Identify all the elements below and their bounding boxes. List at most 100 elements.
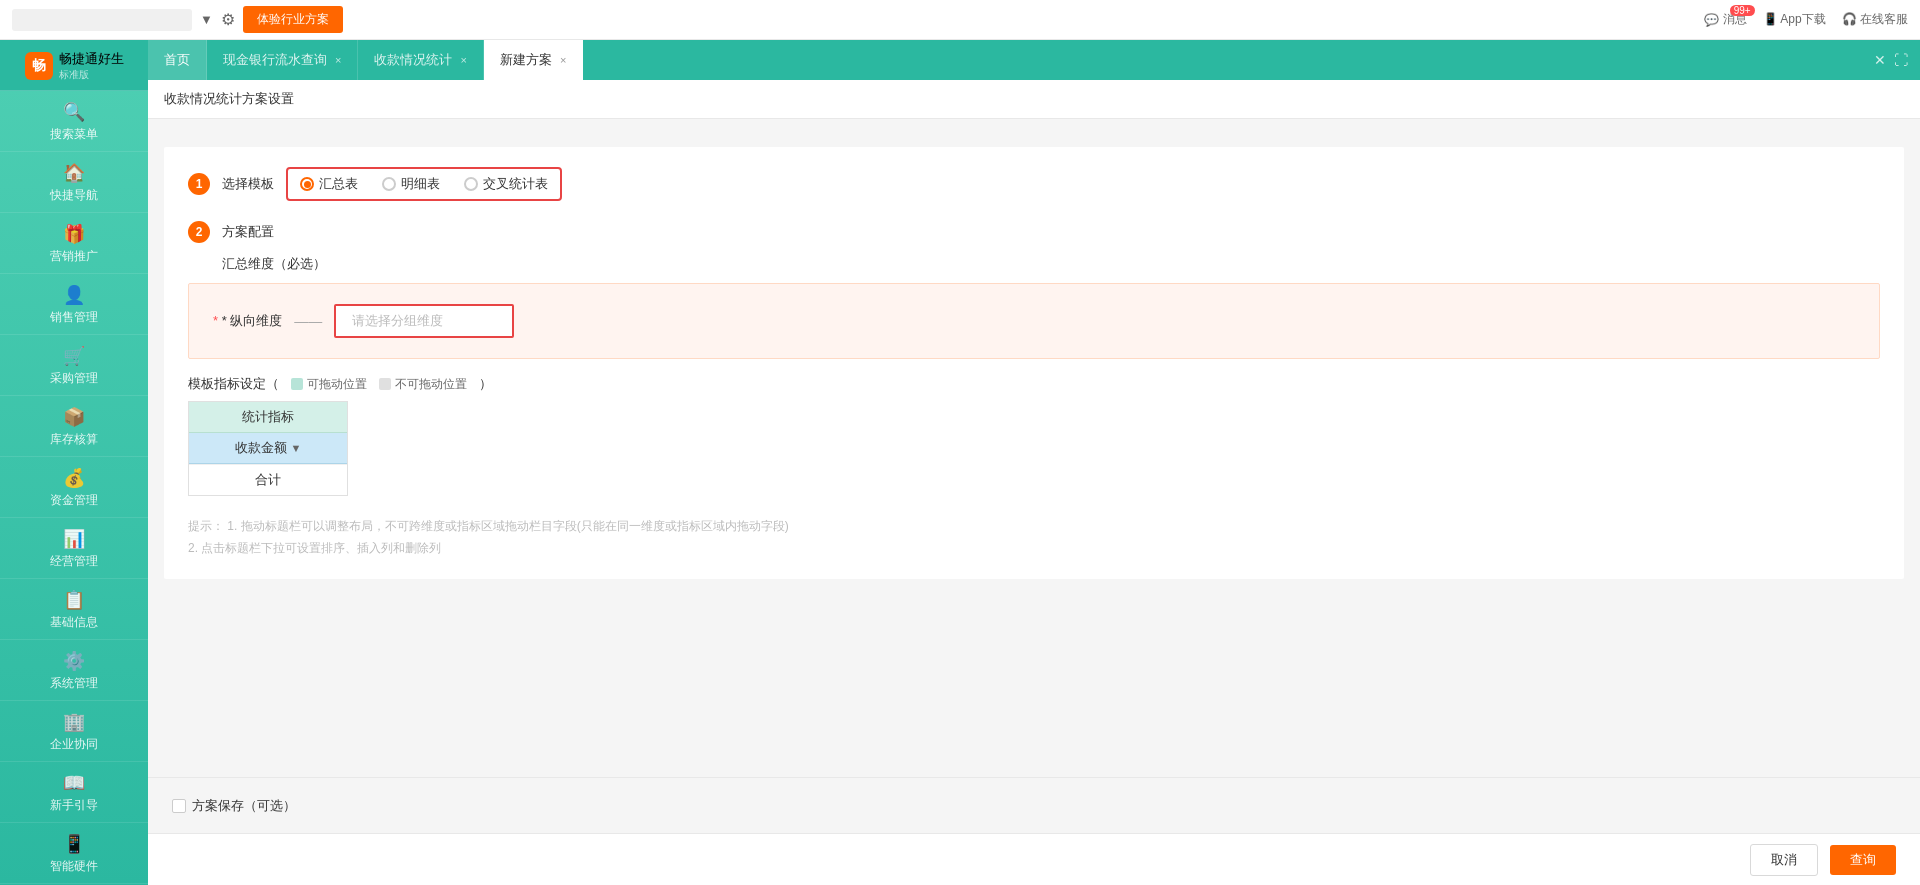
main-layout: 畅 畅捷通好生 标准版 🔍 搜索菜单 🏠 快捷导航 🎁 营销推广 👤 销售管理 … — [0, 40, 1920, 885]
page-footer: 方案保存（可选） — [148, 777, 1920, 833]
sidebar-item-sales[interactable]: 👤 销售管理 — [0, 274, 148, 335]
trial-button[interactable]: 体验行业方案 — [243, 6, 343, 33]
tab-bar: 首页 现金银行流水查询 × 收款情况统计 × 新建方案 × ✕ ⛶ — [148, 40, 1920, 80]
tab-new-plan[interactable]: 新建方案 × — [484, 40, 583, 80]
sidebar-item-label: 智能硬件 — [50, 858, 98, 875]
indicator-table-header: 统计指标 — [189, 402, 347, 433]
download-link[interactable]: 📱 App下载 — [1763, 11, 1826, 28]
sidebar-logo: 畅 畅捷通好生 标准版 — [0, 40, 148, 91]
stat-indicator-header: 统计指标 — [189, 402, 347, 432]
cancel-button[interactable]: 取消 — [1750, 844, 1818, 876]
sidebar-item-label: 新手引导 — [50, 797, 98, 814]
gear-icon[interactable]: ⚙ — [221, 10, 235, 29]
tab-home-label: 首页 — [164, 51, 190, 69]
tab-home[interactable]: 首页 — [148, 40, 207, 80]
tab-receipt-stat-close[interactable]: × — [460, 54, 466, 66]
header-label: 统计指标 — [242, 408, 294, 426]
sidebar-item-label: 库存核算 — [50, 431, 98, 448]
sidebar-item-marketing[interactable]: 🎁 营销推广 — [0, 213, 148, 274]
sidebar-item-basic-info[interactable]: 📋 基础信息 — [0, 579, 148, 640]
clipboard-icon: 📋 — [63, 589, 85, 611]
breadcrumb-text: 收款情况统计方案设置 — [164, 91, 294, 106]
indicator-col1-header[interactable]: 收款金额 ▼ — [189, 433, 347, 464]
tab-new-plan-label: 新建方案 — [500, 51, 552, 69]
tab-new-plan-close[interactable]: × — [560, 54, 566, 66]
legend-draggable: 可拖动位置 — [291, 376, 367, 393]
dropdown-arrow-icon[interactable]: ▼ — [200, 12, 213, 27]
download-icon: 📱 — [1763, 12, 1778, 26]
save-checkbox-text: 方案保存（可选） — [192, 797, 296, 815]
book-icon: 📖 — [63, 772, 85, 794]
maximize-icon[interactable]: ⛶ — [1894, 52, 1908, 68]
sidebar: 畅 畅捷通好生 标准版 🔍 搜索菜单 🏠 快捷导航 🎁 营销推广 👤 销售管理 … — [0, 40, 148, 885]
col1-header-label: 收款金额 — [235, 439, 287, 457]
radio-detail-label: 明细表 — [401, 175, 440, 193]
legend-nodrag-label: 不可拖动位置 — [395, 376, 467, 393]
col1-row-cell: 合计 — [189, 464, 347, 495]
radio-cross[interactable]: 交叉统计表 — [464, 175, 548, 193]
step1-label: 选择模板 — [222, 175, 274, 193]
sidebar-item-quick-nav[interactable]: 🏠 快捷导航 — [0, 152, 148, 213]
page-inner: 1 选择模板 汇总表 明细表 — [148, 131, 1920, 595]
headset-icon: 🎧 — [1842, 12, 1857, 26]
save-checkbox-label[interactable]: 方案保存（可选） — [172, 797, 296, 815]
sidebar-item-purchase[interactable]: 🛒 采购管理 — [0, 335, 148, 396]
legend-draggable-box — [291, 378, 303, 390]
tab-receipt-stat-label: 收款情况统计 — [374, 51, 452, 69]
logo-sub: 标准版 — [59, 68, 124, 82]
radio-cross-label: 交叉统计表 — [483, 175, 548, 193]
radio-detail[interactable]: 明细表 — [382, 175, 440, 193]
sidebar-item-search-menu[interactable]: 🔍 搜索菜单 — [0, 91, 148, 152]
step2-num: 2 — [188, 221, 210, 243]
notifications-wrap[interactable]: 💬 消息 99+ — [1704, 11, 1747, 28]
indicator-title-text: 模板指标设定（ — [188, 375, 279, 393]
sidebar-item-label: 销售管理 — [50, 309, 98, 326]
radio-summary[interactable]: 汇总表 — [300, 175, 358, 193]
group-dim-selector[interactable]: 请选择分组维度 — [334, 304, 514, 338]
required-mark: * — [213, 313, 222, 328]
sidebar-item-label: 基础信息 — [50, 614, 98, 631]
close-window-icon[interactable]: ✕ — [1874, 52, 1886, 68]
sidebar-item-label: 搜索菜单 — [50, 126, 98, 143]
cart-icon: 🛒 — [63, 345, 85, 367]
sidebar-item-label: 采购管理 — [50, 370, 98, 387]
dim-placeholder: 请选择分组维度 — [352, 313, 443, 328]
notification-icon: 💬 — [1704, 13, 1719, 27]
support-link[interactable]: 🎧 在线客服 — [1842, 11, 1908, 28]
chart-icon: 📊 — [63, 528, 85, 550]
save-checkbox[interactable] — [172, 799, 186, 813]
tab-bank-flow[interactable]: 现金银行流水查询 × — [207, 40, 358, 80]
bottom-action-bar: 取消 查询 — [148, 833, 1920, 885]
sidebar-item-finance[interactable]: 💰 资金管理 — [0, 457, 148, 518]
sidebar-item-guide[interactable]: 📖 新手引导 — [0, 762, 148, 823]
sidebar-item-system[interactable]: ⚙️ 系统管理 — [0, 640, 148, 701]
tab-bank-flow-label: 现金银行流水查询 — [223, 51, 327, 69]
tab-bank-flow-close[interactable]: × — [335, 54, 341, 66]
template-radio-group: 汇总表 明细表 交叉统计表 — [286, 167, 562, 201]
search-menu-icon: 🔍 — [63, 101, 85, 123]
user-icon: 👤 — [63, 284, 85, 306]
indicator-section: 模板指标设定（ 可拖动位置 不可拖动位置 ） — [188, 375, 1880, 496]
page-content: 收款情况统计方案设置 1 选择模板 汇总表 — [148, 80, 1920, 777]
search-input[interactable] — [12, 9, 192, 31]
gift-icon: 🎁 — [63, 223, 85, 245]
tab-controls: ✕ ⛶ — [1862, 40, 1920, 80]
tab-spacer — [583, 40, 1862, 80]
radio-summary-circle — [300, 177, 314, 191]
sidebar-item-inventory[interactable]: 📦 库存核算 — [0, 396, 148, 457]
step1-num: 1 — [188, 173, 210, 195]
tab-receipt-stat[interactable]: 收款情况统计 × — [358, 40, 483, 80]
box-icon: 📦 — [63, 406, 85, 428]
top-bar: ▼ ⚙ 体验行业方案 💬 消息 99+ 📱 App下载 🎧 在线客服 — [0, 0, 1920, 40]
top-bar-left: ▼ ⚙ 体验行业方案 — [12, 6, 1696, 33]
breadcrumb: 收款情况统计方案设置 — [148, 80, 1920, 119]
col1-header-cell[interactable]: 收款金额 ▼ — [189, 433, 347, 463]
tips-area: 提示： 1. 拖动标题栏可以调整布局，不可跨维度或指标区域拖动栏目字段(只能在同… — [188, 516, 1880, 559]
sidebar-item-smart-hw[interactable]: 📱 智能硬件 — [0, 823, 148, 884]
logo-text: 畅捷通好生 — [59, 50, 124, 68]
sidebar-item-enterprise[interactable]: 🏢 企业协同 — [0, 701, 148, 762]
indicator-title-suffix: ） — [479, 375, 492, 393]
query-button[interactable]: 查询 — [1830, 845, 1896, 875]
col1-dropdown-icon[interactable]: ▼ — [291, 442, 302, 454]
sidebar-item-operation[interactable]: 📊 经营管理 — [0, 518, 148, 579]
